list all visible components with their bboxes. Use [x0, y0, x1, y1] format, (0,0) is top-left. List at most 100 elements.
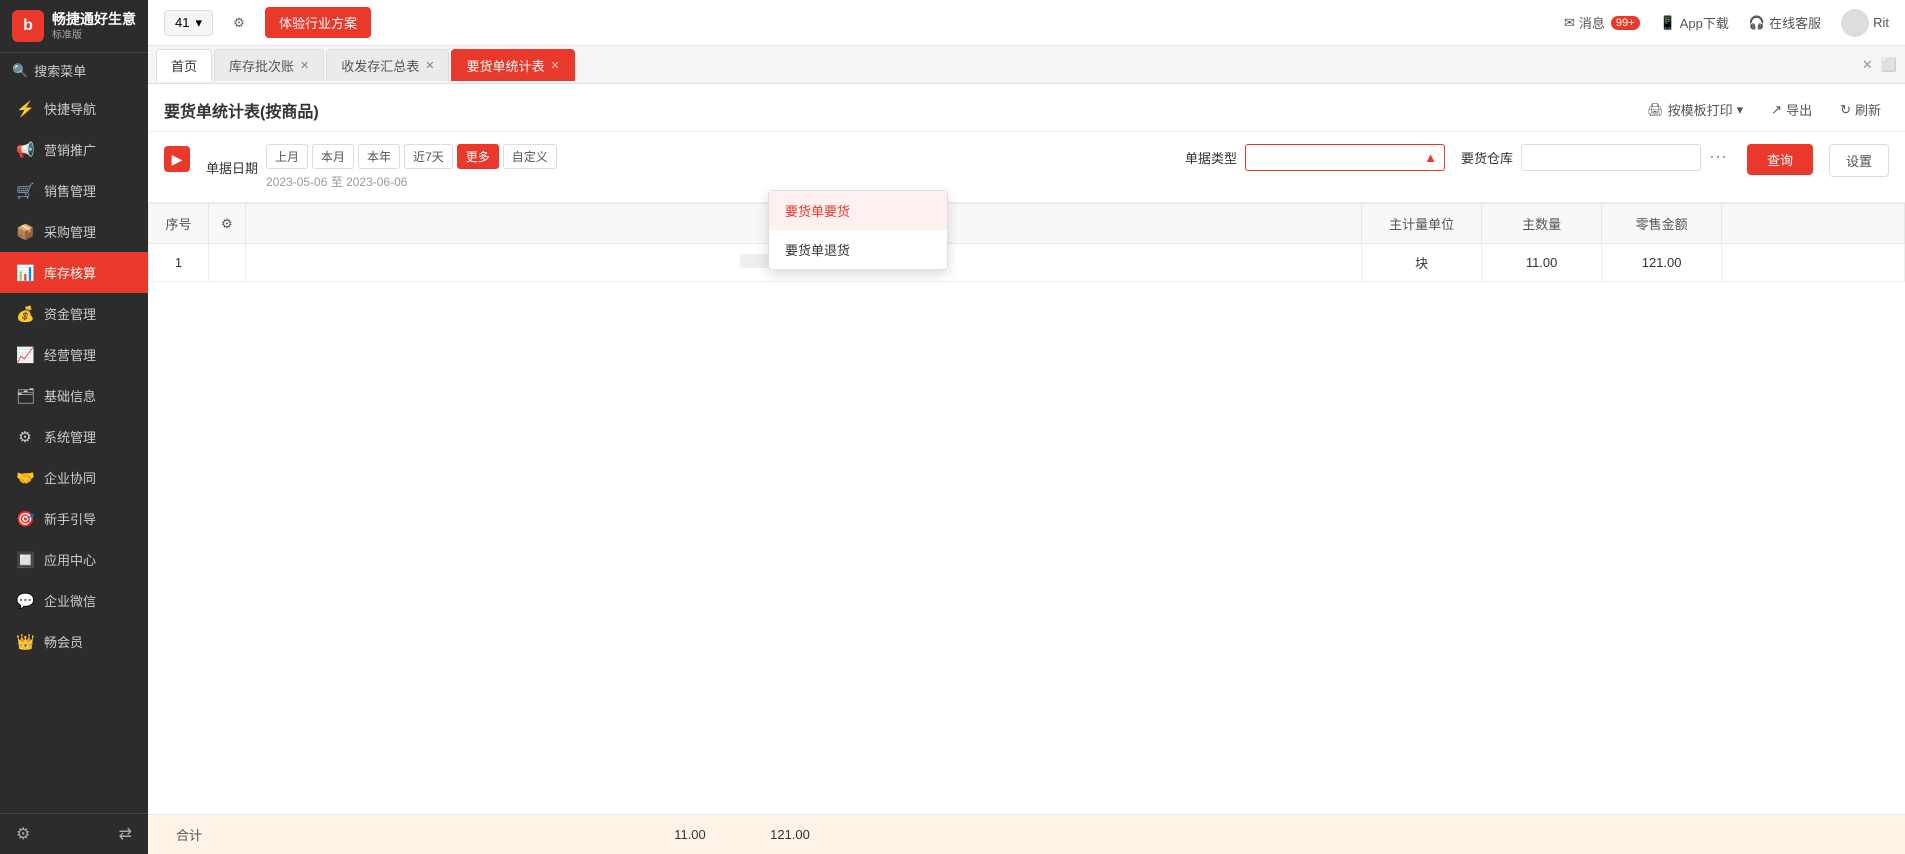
- tab-home[interactable]: 首页: [156, 49, 212, 81]
- marketing-icon: 📢: [16, 141, 34, 159]
- dropdown-item-order-goods[interactable]: 要货单要货: [769, 191, 947, 230]
- user-name: Rit: [1873, 15, 1889, 30]
- company-selector[interactable]: 41 ▾: [164, 10, 213, 36]
- close-tab-icon[interactable]: ✕: [300, 59, 309, 72]
- dropdown-item-order-return[interactable]: 要货单退货: [769, 230, 947, 269]
- phone-icon: 📱: [1660, 15, 1676, 31]
- sidebar-item-label: 快捷导航: [44, 99, 96, 118]
- close-tab-icon[interactable]: ✕: [425, 59, 434, 72]
- col-settings[interactable]: ⚙: [209, 204, 246, 244]
- export-btn[interactable]: ↗ 导出: [1763, 96, 1820, 123]
- date-btn-this-year[interactable]: 本年: [358, 144, 400, 169]
- chevron-down-icon: ▾: [195, 15, 202, 31]
- app-download-btn[interactable]: 📱 App下载: [1660, 13, 1729, 32]
- message-icon: ✉: [1564, 15, 1575, 31]
- footer-total-label: 合计: [176, 828, 202, 843]
- sidebar-item-operation[interactable]: 📈 经营管理: [0, 334, 148, 375]
- topbar: 41 ▾ ⚙ 体验行业方案 ✉ 消息 99+ 📱 App下载 🎧 在线客服 R: [148, 0, 1905, 46]
- maximize-icon[interactable]: ⬜: [1881, 57, 1897, 73]
- sidebar-item-label: 销售管理: [44, 181, 96, 200]
- sidebar-item-label: 畅会员: [44, 632, 83, 651]
- sidebar-item-enterprise[interactable]: 🤝 企业协同: [0, 457, 148, 498]
- logo-main: 畅捷通好生意: [52, 10, 136, 28]
- user-menu[interactable]: Rit: [1841, 9, 1889, 37]
- warehouse-filter-input[interactable]: [1521, 144, 1701, 171]
- sidebar-item-guide[interactable]: 🎯 新手引导: [0, 498, 148, 539]
- sidebar-item-basic[interactable]: 🗂 基础信息: [0, 375, 148, 416]
- sidebar-item-inventory[interactable]: 📊 库存核算: [0, 252, 148, 293]
- tab-order-stats[interactable]: 要货单统计表 ✕: [451, 49, 574, 81]
- messages-btn[interactable]: ✉ 消息 99+: [1564, 13, 1640, 32]
- online-service-btn[interactable]: 🎧 在线客服: [1749, 13, 1821, 32]
- tab-label: 要货单统计表: [466, 56, 544, 75]
- sidebar: b 畅捷通好生意 标准版 🔍 搜索菜单 ⚡ 快捷导航 📢 营销推广 🛒 销售管理…: [0, 0, 148, 854]
- vip-icon: 👑: [16, 633, 34, 651]
- settings-btn[interactable]: 设置: [1829, 144, 1889, 177]
- date-range-text: 2023-05-06 至 2023-06-06: [266, 173, 557, 190]
- sidebar-item-wechat[interactable]: 💬 企业微信: [0, 580, 148, 621]
- col-amount: 零售金额: [1602, 204, 1722, 244]
- close-window-icon[interactable]: ✕: [1862, 57, 1873, 73]
- sidebar-item-quick-nav[interactable]: ⚡ 快捷导航: [0, 88, 148, 129]
- sidebar-item-apps[interactable]: 🔲 应用中心: [0, 539, 148, 580]
- quick-nav-icon: ⚡: [16, 100, 34, 118]
- headset-icon: 🎧: [1749, 15, 1765, 31]
- cell-settings: [209, 244, 246, 282]
- more-filter-btn[interactable]: ⋯: [1705, 145, 1731, 170]
- basic-icon: 🗂: [16, 387, 34, 405]
- filter-expand-btn[interactable]: ▶: [164, 146, 190, 172]
- sidebar-item-purchase[interactable]: 📦 采购管理: [0, 211, 148, 252]
- cell-amount: 121.00: [1602, 244, 1722, 282]
- sidebar-item-vip[interactable]: 👑 畅会员: [0, 621, 148, 662]
- sidebar-nav: ⚡ 快捷导航 📢 营销推广 🛒 销售管理 📦 采购管理 📊 库存核算 💰 资金管…: [0, 88, 148, 813]
- sidebar-footer: ⚙ ⇄: [0, 813, 148, 854]
- date-btn-custom[interactable]: 自定义: [503, 144, 557, 169]
- topbar-settings-btn[interactable]: ⚙: [225, 9, 253, 37]
- date-btn-last-month[interactable]: 上月: [266, 144, 308, 169]
- data-table: 序号 ⚙ 商品 主计量单位 主数量 零售金额 1: [148, 203, 1905, 282]
- sidebar-item-label: 经营管理: [44, 345, 96, 364]
- tab-recv-summary[interactable]: 收发存汇总表 ✕: [326, 49, 449, 81]
- sidebar-item-marketing[interactable]: 📢 营销推广: [0, 129, 148, 170]
- sidebar-settings-icon[interactable]: ⚙: [16, 824, 30, 844]
- refresh-label: 刷新: [1855, 100, 1881, 119]
- tab-inventory-batch[interactable]: 库存批次账 ✕: [214, 49, 324, 81]
- guide-icon: 🎯: [16, 510, 34, 528]
- date-filter-group: 单据日期 上月 本月 本年 近7天 更多 自定义 2023-05-06 至 20…: [206, 144, 557, 190]
- sidebar-item-label: 系统管理: [44, 427, 96, 446]
- company-name: 41: [175, 15, 189, 30]
- col-qty: 主数量: [1482, 204, 1602, 244]
- table-area: 序号 ⚙ 商品 主计量单位 主数量 零售金额 1: [148, 203, 1905, 814]
- trial-btn[interactable]: 体验行业方案: [265, 7, 371, 38]
- sidebar-item-label: 库存核算: [44, 263, 96, 282]
- print-btn[interactable]: 🖨 按模板打印 ▾: [1639, 96, 1751, 123]
- type-filter-group: 单据类型 ▲: [1185, 144, 1445, 171]
- sidebar-item-finance[interactable]: 💰 资金管理: [0, 293, 148, 334]
- page-title: 要货单统计表(按商品): [164, 98, 319, 122]
- date-btn-this-month[interactable]: 本月: [312, 144, 354, 169]
- sidebar-item-label: 应用中心: [44, 550, 96, 569]
- sidebar-toggle-icon[interactable]: ⇄: [119, 824, 132, 844]
- dropdown-item-label: 要货单要货: [785, 204, 850, 219]
- query-btn[interactable]: 查询: [1747, 144, 1813, 175]
- sidebar-item-system[interactable]: ⚙ 系统管理: [0, 416, 148, 457]
- type-dropdown: 要货单要货 要货单退货: [768, 190, 948, 270]
- chevron-down-icon: ▾: [1737, 102, 1744, 118]
- tab-label: 库存批次账: [229, 56, 294, 75]
- sales-icon: 🛒: [16, 182, 34, 200]
- date-btn-more[interactable]: 更多: [457, 144, 499, 169]
- type-filter-input[interactable]: [1245, 144, 1445, 171]
- sidebar-item-label: 资金管理: [44, 304, 96, 323]
- messages-badge: 99+: [1611, 16, 1640, 30]
- sidebar-item-sales[interactable]: 🛒 销售管理: [0, 170, 148, 211]
- footer-amount: 121.00: [740, 827, 840, 842]
- cell-empty: [1722, 244, 1905, 282]
- type-input-arrow-up[interactable]: ▲: [1424, 150, 1437, 165]
- sidebar-item-label: 企业协同: [44, 468, 96, 487]
- col-unit: 主计量单位: [1362, 204, 1482, 244]
- type-filter-label: 单据类型: [1185, 148, 1237, 167]
- close-tab-icon[interactable]: ✕: [551, 59, 560, 72]
- search-menu-btn[interactable]: 🔍 搜索菜单: [0, 53, 148, 88]
- date-btn-7days[interactable]: 近7天: [404, 144, 453, 169]
- refresh-btn[interactable]: ↻ 刷新: [1832, 96, 1889, 123]
